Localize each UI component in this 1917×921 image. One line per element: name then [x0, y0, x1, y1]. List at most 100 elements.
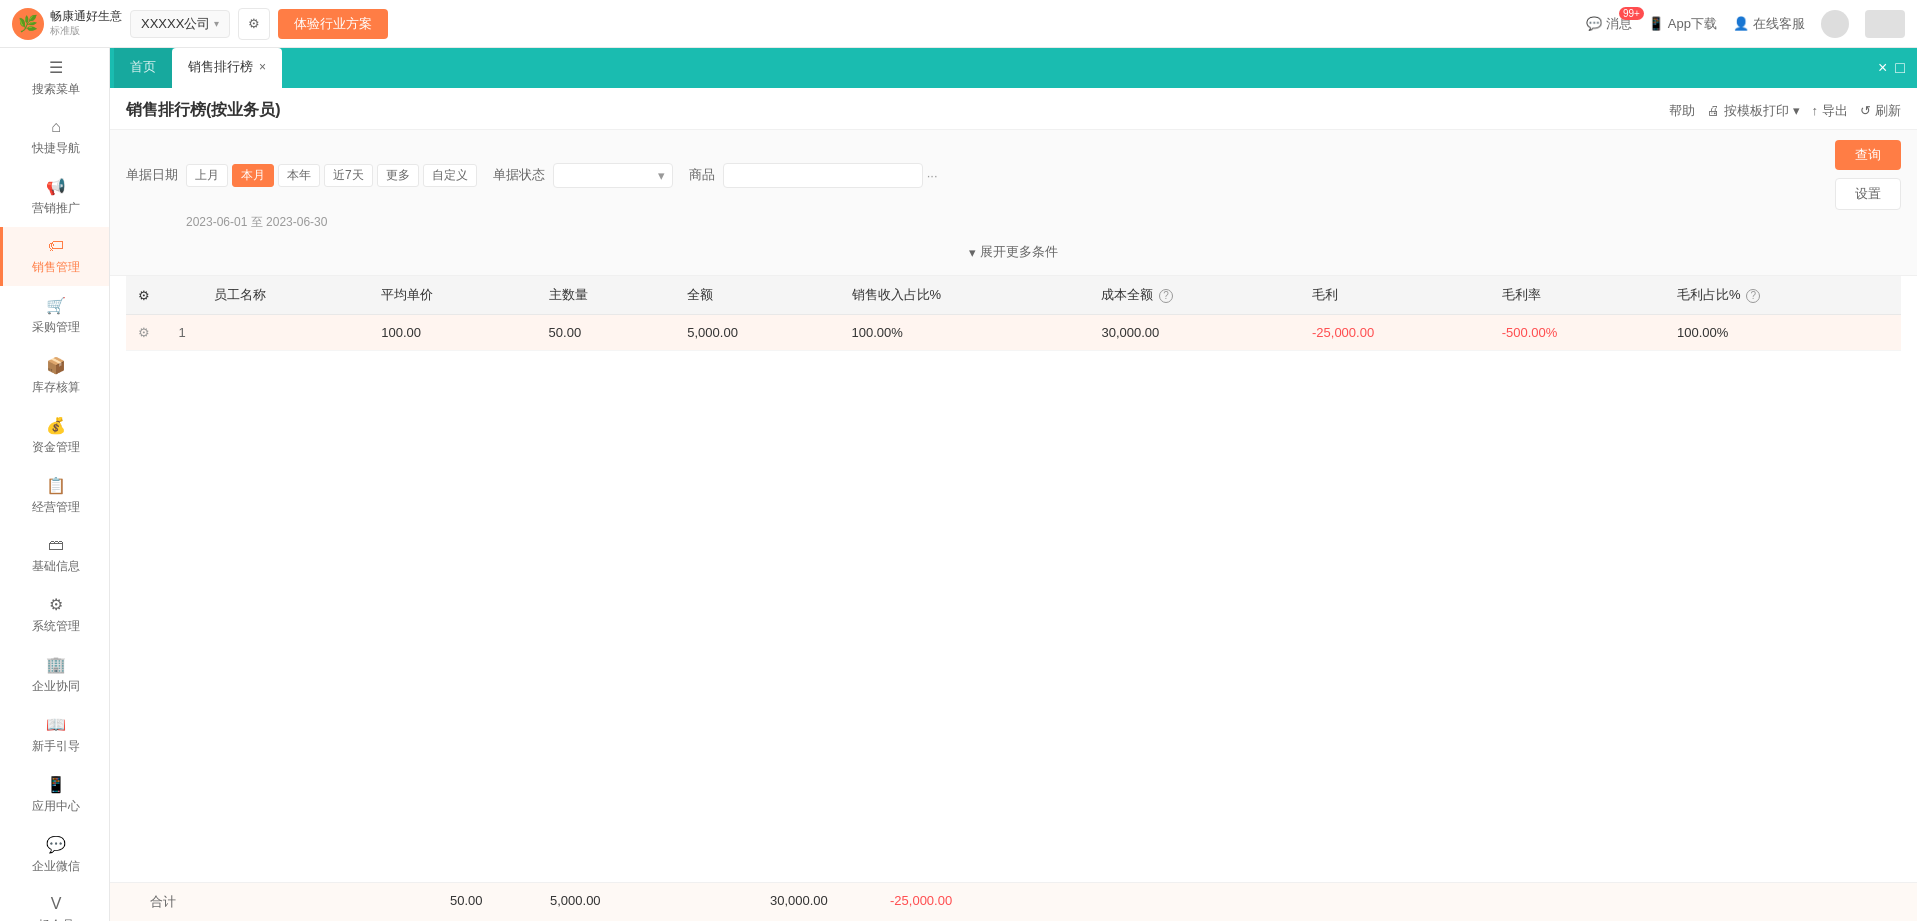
- date-range-display: 2023-06-01 至 2023-06-30: [126, 214, 1901, 231]
- tab-sales-ranking[interactable]: 销售排行榜 ×: [172, 48, 282, 88]
- company-selector[interactable]: XXXXX公司 ▾: [130, 10, 230, 38]
- refresh-icon: ↺: [1860, 103, 1871, 118]
- sidebar-label-operations: 经营管理: [32, 499, 80, 516]
- window-close-icon[interactable]: ×: [1878, 59, 1887, 77]
- refresh-button[interactable]: ↺ 刷新: [1860, 102, 1901, 120]
- date-btn-lastmonth[interactable]: 上月: [186, 164, 228, 187]
- user-name-area[interactable]: [1865, 10, 1905, 38]
- sidebar-item-search[interactable]: ☰搜索菜单: [0, 48, 109, 108]
- date-btn-thisyear[interactable]: 本年: [278, 164, 320, 187]
- status-select[interactable]: [553, 163, 673, 188]
- sidebar-item-sales[interactable]: 🏷销售管理: [0, 227, 109, 286]
- row-profit: -25,000.00: [1300, 315, 1490, 351]
- app-icon: 📱: [1648, 16, 1664, 31]
- user-avatar[interactable]: [1821, 10, 1849, 38]
- expand-icon: ▾: [969, 245, 976, 260]
- status-filter: 单据状态: [493, 163, 673, 188]
- row-profit-rate: -500.00%: [1490, 315, 1665, 351]
- export-button[interactable]: ↑ 导出: [1812, 102, 1849, 120]
- expand-filters-button[interactable]: ▾ 展开更多条件: [969, 243, 1058, 261]
- sidebar-label-marketing: 营销推广: [32, 200, 80, 217]
- export-label: 导出: [1822, 102, 1848, 120]
- sidebar-icon-system: ⚙: [49, 595, 63, 614]
- online-service-button[interactable]: 👤 在线客服: [1733, 15, 1805, 33]
- tab-close-icon[interactable]: ×: [259, 60, 266, 74]
- print-button[interactable]: 🖨 按模板打印 ▾: [1707, 102, 1800, 120]
- row-name: [202, 315, 369, 351]
- col-profit: 毛利: [1300, 276, 1490, 315]
- tab-home[interactable]: 首页: [114, 48, 172, 88]
- footer-amount: 5,000.00: [538, 893, 638, 911]
- sidebar-item-collab[interactable]: 🏢企业协同: [0, 645, 109, 705]
- footer-sales-pct: [638, 893, 758, 911]
- logo-icon: 🌿: [12, 8, 44, 40]
- date-btn-thismonth[interactable]: 本月: [232, 164, 274, 187]
- sidebar-item-wechat[interactable]: 💬企业微信: [0, 825, 109, 885]
- profit-pct-info-icon[interactable]: ?: [1746, 289, 1760, 303]
- content-area: 首页 销售排行榜 × × □ 销售排行榜(按业务员) 帮助 🖨 按模板打印: [110, 48, 1917, 921]
- sidebar-item-apps[interactable]: 📱 应用中心: [0, 765, 109, 825]
- print-icon: 🖨: [1707, 103, 1720, 118]
- message-button[interactable]: 💬 消息 99+: [1586, 15, 1632, 33]
- setting-button[interactable]: 设置: [1835, 178, 1901, 210]
- page-title: 销售排行榜(按业务员): [126, 100, 281, 121]
- date-btn-custom[interactable]: 自定义: [423, 164, 477, 187]
- service-label: 在线客服: [1753, 15, 1805, 33]
- table-header-row: ⚙ 员工名称 平均单价 主数量 全额 销售收入占比% 成本全额 ? 毛利 毛利率…: [126, 276, 1901, 315]
- sidebar-icon-collab: 🏢: [46, 655, 66, 674]
- sidebar-item-quicknav[interactable]: ⌂快捷导航: [0, 108, 109, 167]
- help-button[interactable]: 帮助: [1669, 102, 1695, 120]
- date-btn-more[interactable]: 更多: [377, 164, 419, 187]
- status-select-wrapper: [553, 163, 673, 188]
- export-icon: ↑: [1812, 103, 1819, 118]
- header-right: 💬 消息 99+ 📱 App下载 👤 在线客服: [1586, 10, 1905, 38]
- data-table: ⚙ 员工名称 平均单价 主数量 全额 销售收入占比% 成本全额 ? 毛利 毛利率…: [126, 276, 1901, 351]
- table-wrapper: ⚙ 员工名称 平均单价 主数量 全额 销售收入占比% 成本全额 ? 毛利 毛利率…: [110, 276, 1917, 882]
- sidebar-item-purchase[interactable]: 🛒采购管理: [0, 286, 109, 346]
- filter-row-1: 单据日期 上月 本月 本年 近7天 更多 自定义 单据状态: [126, 140, 1901, 210]
- trial-button[interactable]: 体验行业方案: [278, 9, 388, 39]
- sidebar-label-purchase: 采购管理: [32, 319, 80, 336]
- query-button[interactable]: 查询: [1835, 140, 1901, 170]
- expand-label: 展开更多条件: [980, 243, 1058, 261]
- col-settings: ⚙: [126, 276, 162, 315]
- tab-sales-label: 销售排行榜: [188, 58, 253, 76]
- window-maximize-icon[interactable]: □: [1895, 59, 1905, 77]
- sidebar-item-operations[interactable]: 📋经营管理: [0, 466, 109, 526]
- sidebar-icon-sales: 🏷: [48, 237, 64, 255]
- col-avg-price: 平均单价: [369, 276, 536, 315]
- cost-info-icon[interactable]: ?: [1159, 289, 1173, 303]
- sidebar-icon-quicknav: ⌂: [51, 118, 61, 136]
- top-header: 🌿 畅康通好生意 标准版 XXXXX公司 ▾ ⚙ 体验行业方案 💬 消息 99+…: [0, 0, 1917, 48]
- filter-area: 单据日期 上月 本月 本年 近7天 更多 自定义 单据状态: [110, 130, 1917, 276]
- main-layout: ☰搜索菜单⌂快捷导航📢营销推广🏷销售管理🛒采购管理📦库存核算 💰 资金管理 📋经营管理…: [0, 48, 1917, 921]
- sidebar-label-inventory: 库存核算: [32, 379, 80, 396]
- sidebar-item-inventory[interactable]: 📦库存核算: [0, 346, 109, 406]
- sidebar-label-apps: 应用中心: [32, 798, 80, 815]
- logo-text: 畅康通好生意: [50, 9, 122, 25]
- col-cost: 成本全额 ?: [1089, 276, 1300, 315]
- sidebar-item-finance[interactable]: 💰 资金管理: [0, 406, 109, 466]
- sidebar-item-system[interactable]: ⚙系统管理: [0, 585, 109, 645]
- date-btn-7days[interactable]: 近7天: [324, 164, 373, 187]
- sidebar-item-guide[interactable]: 📖新手引导: [0, 705, 109, 765]
- date-range-text: 2023-06-01 至 2023-06-30: [186, 215, 327, 229]
- page-header: 销售排行榜(按业务员) 帮助 🖨 按模板打印 ▾ ↑ 导出 ↺ 刷新: [110, 88, 1917, 130]
- goods-more-icon[interactable]: ···: [927, 168, 938, 183]
- settings-icon-btn[interactable]: ⚙: [238, 8, 270, 40]
- sidebar: ☰搜索菜单⌂快捷导航📢营销推广🏷销售管理🛒采购管理📦库存核算 💰 资金管理 📋经营管理…: [0, 48, 110, 921]
- sidebar-icon-apps: 📱: [46, 775, 66, 794]
- sidebar-item-vip[interactable]: V畅会员: [0, 885, 109, 921]
- row-settings[interactable]: ⚙: [126, 315, 162, 351]
- goods-input[interactable]: [723, 163, 923, 188]
- sidebar-item-marketing[interactable]: 📢营销推广: [0, 167, 109, 227]
- col-profit-pct: 毛利占比% ?: [1665, 276, 1901, 315]
- message-icon: 💬: [1586, 16, 1602, 31]
- sidebar-item-basic[interactable]: 🗃基础信息: [0, 526, 109, 585]
- service-icon: 👤: [1733, 16, 1749, 31]
- sidebar-label-finance: 资金管理: [32, 439, 80, 456]
- message-badge: 99+: [1619, 7, 1644, 20]
- app-download-button[interactable]: 📱 App下载: [1648, 15, 1717, 33]
- sidebar-icon-finance: 💰: [46, 416, 66, 435]
- table-footer: 合计 50.00 5,000.00 30,000.00 -25,000.00: [110, 882, 1917, 921]
